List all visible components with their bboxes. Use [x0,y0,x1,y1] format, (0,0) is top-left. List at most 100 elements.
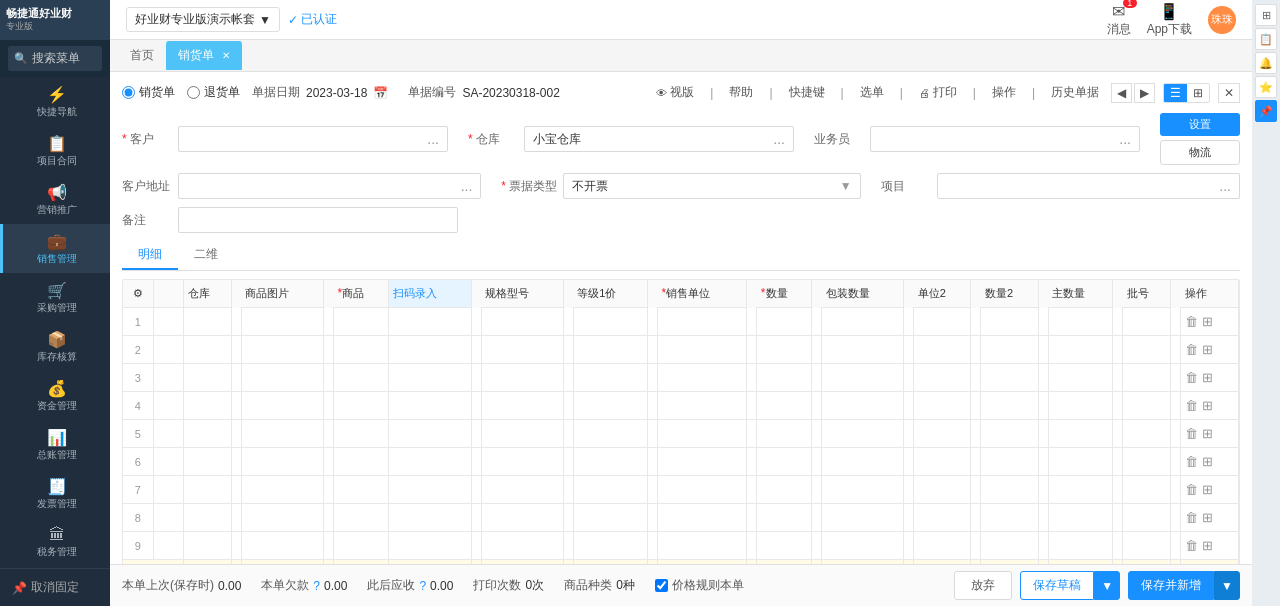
sidebar-item-10[interactable]: 🏛税务管理 [0,518,110,566]
notes-input[interactable] [178,207,458,233]
tab-home[interactable]: 首页 [118,41,166,70]
next-record-button[interactable]: ▶ [1134,83,1155,103]
col-barcode[interactable]: 扫码录入 [388,280,471,308]
copy-icon[interactable]: ⊞ [1202,314,1213,329]
copy-icon[interactable]: ⊞ [1202,398,1213,413]
copy-icon[interactable]: ⊞ [1202,342,1213,357]
shortcut-button[interactable]: 快捷键 [785,82,829,103]
receivable-help-icon[interactable]: ? [419,579,426,593]
sidebar-item-5[interactable]: 🛒采购管理 [0,273,110,322]
download-icon: 📱 [1159,2,1179,21]
grid-view-button[interactable]: ☰ [1164,84,1187,102]
project-input[interactable]: ... [937,173,1240,199]
search-menu-button[interactable]: 🔍 搜索菜单 [8,46,102,71]
help-button[interactable]: 帮助 [725,82,757,103]
copy-icon[interactable]: ⊞ [1202,482,1213,497]
certified-badge: ✓ 已认证 [288,11,337,28]
delete-icon[interactable]: 🗑 [1185,342,1198,357]
customer-input[interactable]: ... [178,126,448,152]
content-tabs: 明细 二维 [122,241,1240,271]
rp-btn-3[interactable]: 🔔 [1255,52,1277,74]
print-button[interactable]: 🖨 打印 [915,82,961,103]
save-draft-arrow-button[interactable]: ▼ [1094,571,1120,600]
tab-2d[interactable]: 二维 [178,241,234,270]
copy-icon[interactable]: ⊞ [1202,510,1213,525]
col-qty: *数量 [757,280,812,308]
calendar-icon[interactable]: 📅 [373,86,388,100]
delete-icon[interactable]: 🗑 [1185,426,1198,441]
sidebar-item-7[interactable]: 💰资金管理 [0,371,110,420]
abandon-button[interactable]: 放弃 [954,571,1012,600]
delete-icon[interactable]: 🗑 [1185,454,1198,469]
price-check-checkbox[interactable] [655,579,668,592]
radio-sales-order[interactable]: 销货单 [122,84,175,101]
close-window-button[interactable]: ✕ [1218,83,1240,103]
copy-icon[interactable]: ⊞ [1202,538,1213,553]
warehouse-input[interactable]: 小宝仓库 ... [524,126,794,152]
delete-icon[interactable]: 🗑 [1185,314,1198,329]
debt-help-icon[interactable]: ? [313,579,320,593]
col-settings[interactable]: ⚙ [123,280,153,308]
toolbar-right: 👁 视版 | 帮助 | 快捷键 | 选单 | 🖨 打印 | 操作 | 历史单据 … [652,82,1240,103]
delete-icon[interactable]: 🗑 [1185,370,1198,385]
message-button[interactable]: ✉ 1 消息 [1107,2,1131,38]
sidebar-item-6[interactable]: 📦库存核算 [0,322,110,371]
sidebar-item-4[interactable]: 💼销售管理 [0,224,110,273]
row-num: 4 [123,392,153,420]
customer-picker-icon[interactable]: ... [427,131,439,147]
pin-icon: 📌 [12,581,27,595]
operation-button[interactable]: 操作 [988,82,1020,103]
tab-sales-order[interactable]: 销货单 ✕ [166,41,242,70]
logistics-button[interactable]: 物流 [1160,140,1240,165]
table-scroll[interactable]: ⚙ 仓库 商品图片 *商品 扫码录入 规格型号 等级1价 [123,280,1239,564]
radio-return-order[interactable]: 退货单 [187,84,240,101]
company-selector[interactable]: 好业财专业版演示帐套 ▼ [126,7,280,32]
project-label: 项目 [881,178,931,195]
sidebar-item-9[interactable]: 🧾发票管理 [0,469,110,518]
debt-label: 本单欠款 [261,577,309,594]
tab-detail[interactable]: 明细 [122,241,178,270]
rp-btn-1[interactable]: ⊞ [1255,4,1277,26]
save-draft-button[interactable]: 保存草稿 [1020,571,1094,600]
last-order-value: 0.00 [218,579,241,593]
company-name: 好业财专业版演示帐套 [135,11,255,28]
settings-button[interactable]: 设置 [1160,113,1240,136]
sidebar-item-3[interactable]: 📢营销推广 [0,175,110,224]
content-area: 销货单 退货单 单据日期 2023-03-18 📅 单据编号 SA-202303… [110,72,1252,564]
row-num: 6 [123,448,153,476]
address-input[interactable]: ... [178,173,481,199]
delete-icon[interactable]: 🗑 [1185,510,1198,525]
list-view-button[interactable]: ⊞ [1187,84,1209,102]
copy-icon[interactable]: ⊞ [1202,426,1213,441]
delete-icon[interactable]: 🗑 [1185,538,1198,553]
view-button[interactable]: 👁 视版 [652,82,698,103]
save-new-button[interactable]: 保存并新增 [1128,571,1214,600]
sidebar-item-1[interactable]: ⚡快捷导航 [0,77,110,126]
user-avatar[interactable]: 珠珠 [1208,6,1236,34]
sidebar-item-8[interactable]: 📊总账管理 [0,420,110,469]
address-picker-icon[interactable]: ... [461,178,473,194]
save-new-arrow-button[interactable]: ▼ [1214,571,1240,600]
project-field-group: 项目 ... [881,173,1240,199]
price-check-text: 价格规则本单 [672,577,744,594]
rp-btn-2[interactable]: 📋 [1255,28,1277,50]
invoice-select[interactable]: 不开票 ▼ [563,173,860,199]
close-tab-icon[interactable]: ✕ [222,50,230,61]
project-picker-icon[interactable]: ... [1219,178,1231,194]
delete-icon[interactable]: 🗑 [1185,482,1198,497]
salesperson-input[interactable]: ... [870,126,1140,152]
copy-icon[interactable]: ⊞ [1202,370,1213,385]
sidebar-item-2[interactable]: 📋项目合同 [0,126,110,175]
history-button[interactable]: 历史单据 [1047,82,1103,103]
delete-icon[interactable]: 🗑 [1185,398,1198,413]
unpin-button[interactable]: 📌 取消固定 [8,575,102,600]
copy-icon[interactable]: ⊞ [1202,454,1213,469]
warehouse-picker-icon[interactable]: ... [773,131,785,147]
select-button[interactable]: 选单 [856,82,888,103]
app-download-button[interactable]: 📱 App下载 [1147,2,1192,38]
rp-btn-5[interactable]: 📌 [1255,100,1277,122]
price-check-label[interactable]: 价格规则本单 [655,577,744,594]
salesperson-picker-icon[interactable]: ... [1119,131,1131,147]
prev-record-button[interactable]: ◀ [1111,83,1132,103]
rp-btn-4[interactable]: ⭐ [1255,76,1277,98]
